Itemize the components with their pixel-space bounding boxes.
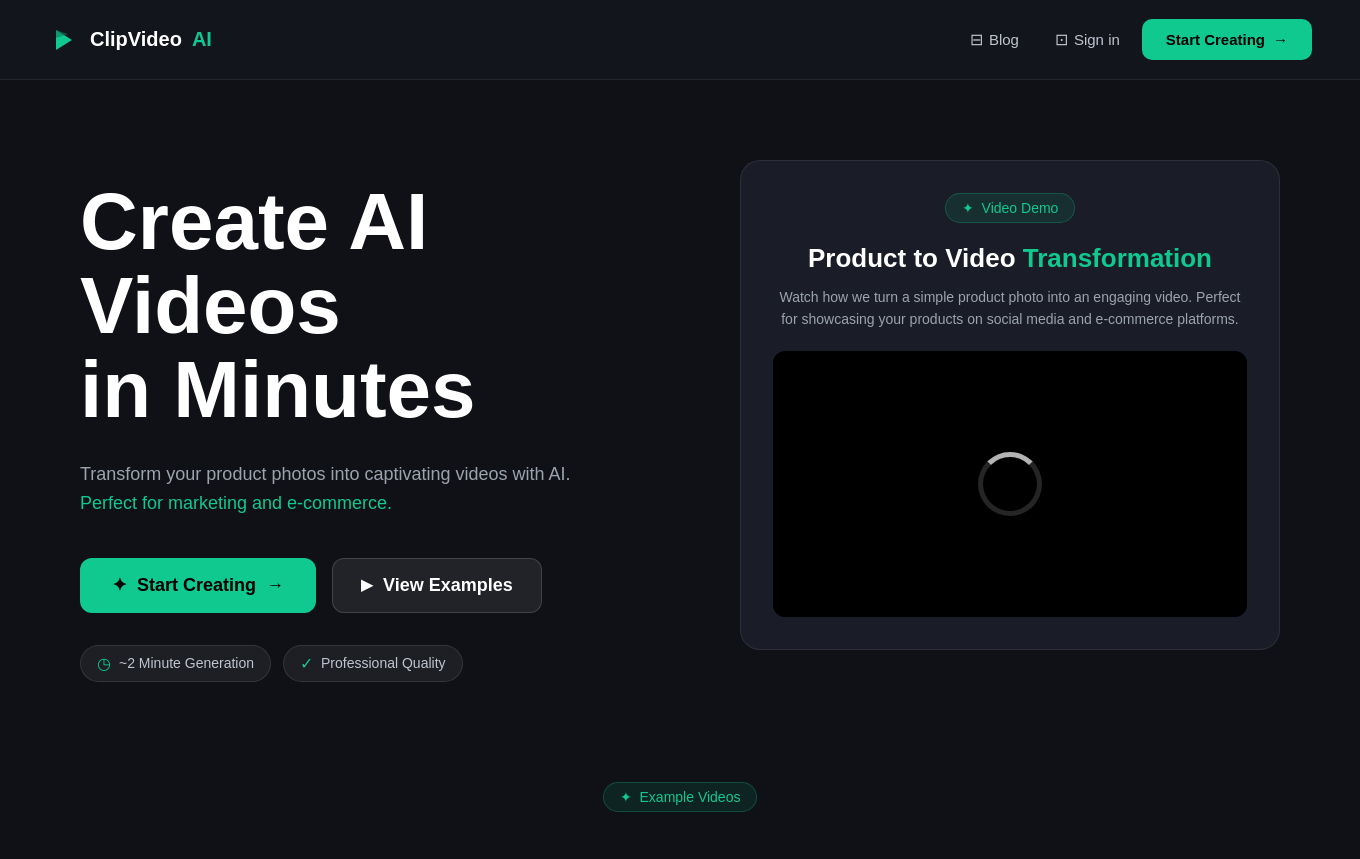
logo-icon (48, 24, 80, 56)
signin-label: Sign in (1074, 31, 1120, 48)
section-title: See What Our AI Can Create (80, 852, 1280, 859)
hero-right: ✦ Video Demo Product to Video Transforma… (740, 160, 1280, 650)
nav-cta-button[interactable]: Start Creating → (1142, 19, 1312, 60)
demo-title-plain: Product to Video (808, 243, 1023, 273)
check-icon: ✓ (300, 654, 313, 673)
blog-link[interactable]: ⊟ Blog (956, 22, 1033, 57)
nav-cta-arrow: → (1273, 31, 1288, 48)
badge-quality-label: Professional Quality (321, 655, 446, 671)
hero-section: Create AI Videos in Minutes Transform yo… (0, 80, 1360, 742)
video-spinner (978, 452, 1042, 516)
hero-title: Create AI Videos in Minutes (80, 180, 680, 432)
hero-title-line2: Videos (80, 261, 341, 350)
badge-time-label: ~2 Minute Generation (119, 655, 254, 671)
hero-title-line3: in Minutes (80, 345, 476, 434)
demo-tag-sparkle: ✦ (962, 200, 974, 216)
nav-links: ⊟ Blog ⊡ Sign in Start Creating → (956, 19, 1312, 60)
signin-icon: ⊡ (1055, 30, 1068, 49)
logo-ai: AI (192, 28, 212, 51)
demo-tag-label: Video Demo (982, 200, 1059, 216)
example-videos-tag: ✦ Example Videos (603, 782, 758, 812)
start-creating-button[interactable]: ✦ Start Creating → (80, 558, 316, 613)
demo-desc: Watch how we turn a simple product photo… (773, 286, 1247, 331)
demo-title: Product to Video Transformation (773, 243, 1247, 274)
example-tag-label: Example Videos (640, 789, 741, 805)
demo-tag: ✦ Video Demo (945, 193, 1076, 223)
wand-icon: ✦ (112, 574, 127, 596)
demo-video (773, 351, 1247, 618)
demo-title-accent: Transformation (1023, 243, 1212, 273)
demo-card: ✦ Video Demo Product to Video Transforma… (740, 160, 1280, 650)
clock-icon: ◷ (97, 654, 111, 673)
start-creating-label: Start Creating (137, 575, 256, 596)
hero-left: Create AI Videos in Minutes Transform yo… (80, 160, 680, 682)
badge-quality: ✓ Professional Quality (283, 645, 463, 682)
video-icon: ▶ (361, 576, 373, 594)
hero-subtitle-plain: Transform your product photos into capti… (80, 464, 571, 484)
signin-link[interactable]: ⊡ Sign in (1041, 22, 1134, 57)
hero-title-line1: Create AI (80, 177, 428, 266)
hero-badges: ◷ ~2 Minute Generation ✓ Professional Qu… (80, 645, 680, 682)
navbar: ClipVideo AI ⊟ Blog ⊡ Sign in Start Creat… (0, 0, 1360, 80)
hero-subtitle: Transform your product photos into capti… (80, 460, 600, 518)
nav-cta-label: Start Creating (1166, 31, 1265, 48)
blog-label: Blog (989, 31, 1019, 48)
badge-time: ◷ ~2 Minute Generation (80, 645, 271, 682)
hero-subtitle-highlight: Perfect for marketing and e-commerce. (80, 493, 392, 513)
section-title-accent: Create (880, 853, 1054, 859)
hero-buttons: ✦ Start Creating → ▶ View Examples (80, 558, 680, 613)
logo-link[interactable]: ClipVideo AI (48, 24, 212, 56)
example-tag-sparkle: ✦ (620, 789, 632, 805)
view-examples-label: View Examples (383, 575, 513, 596)
logo-text: ClipVideo (90, 28, 182, 51)
view-examples-button[interactable]: ▶ View Examples (332, 558, 542, 613)
example-videos-section: ✦ Example Videos See What Our AI Can Cre… (0, 742, 1360, 859)
section-title-plain: See What Our AI Can (306, 853, 880, 859)
start-creating-arrow: → (266, 575, 284, 596)
blog-icon: ⊟ (970, 30, 983, 49)
